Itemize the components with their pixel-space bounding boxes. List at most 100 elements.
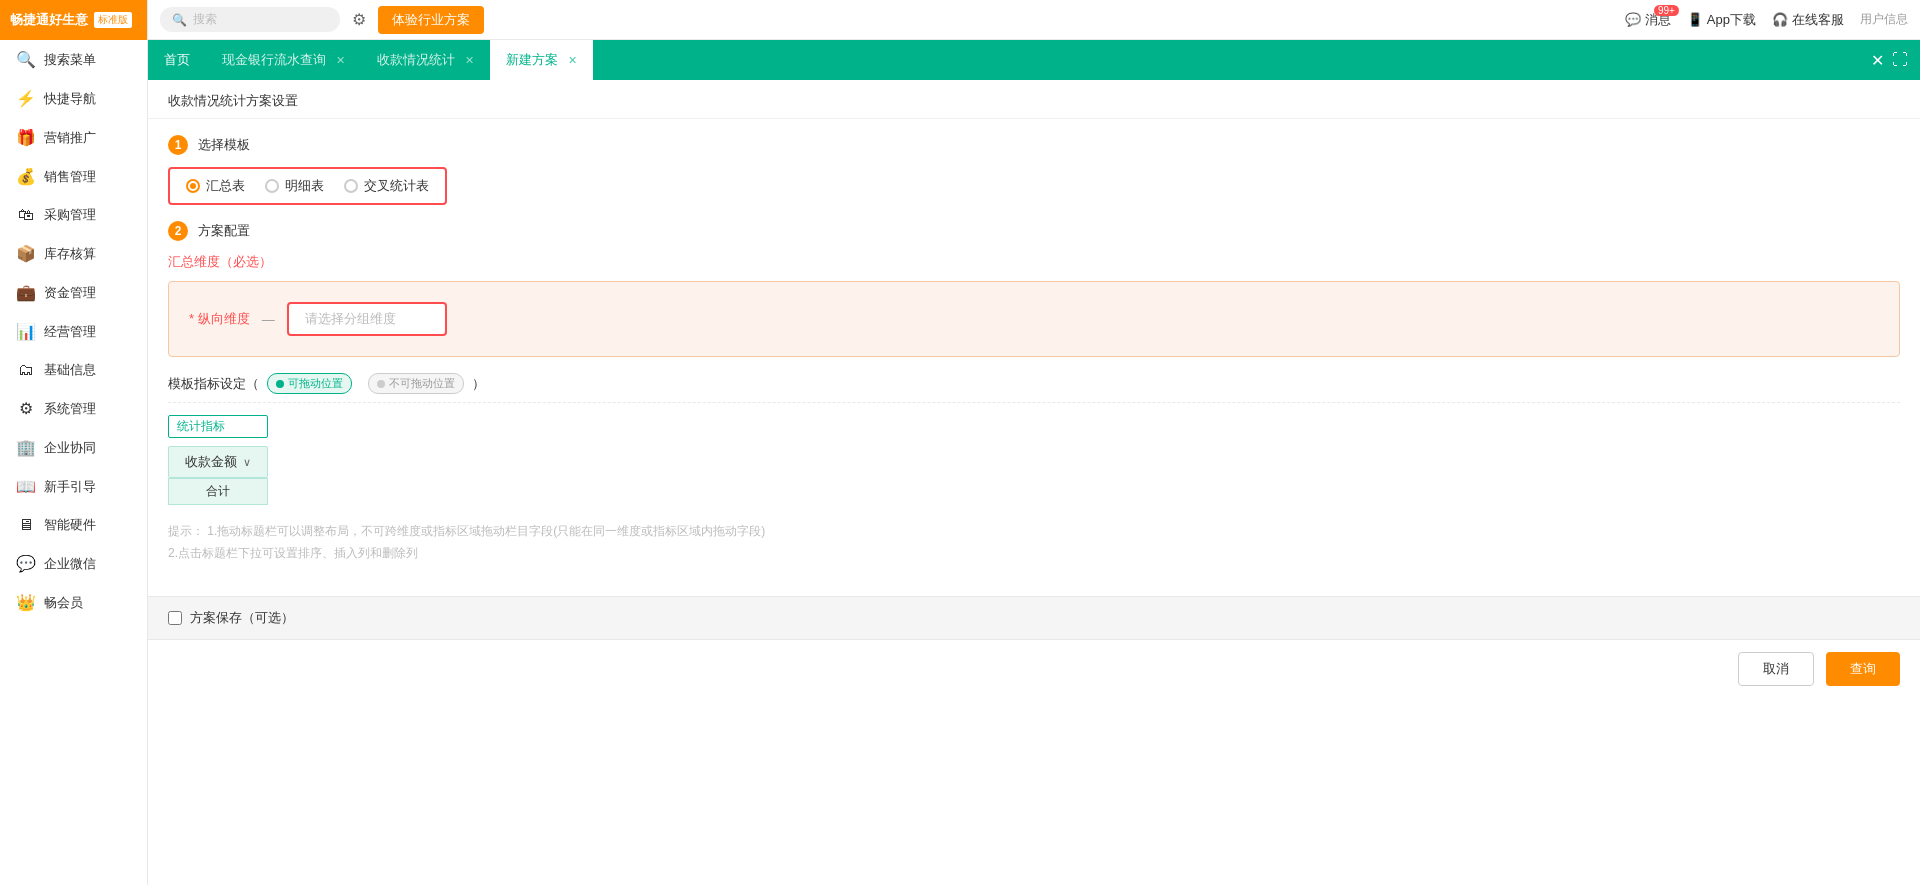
window-maximize-icon[interactable]: ⛶: [1892, 51, 1908, 69]
app-download[interactable]: 📱 App下载: [1687, 11, 1756, 29]
search-bar[interactable]: 🔍 搜索: [160, 7, 340, 32]
step2-title: 方案配置: [198, 222, 250, 240]
sidebar-item-operation[interactable]: 📊 经营管理: [0, 312, 147, 351]
separator: [168, 402, 1900, 403]
sidebar-item-inventory[interactable]: 📦 库存核算: [0, 234, 147, 273]
sidebar-item-corp[interactable]: 🏢 企业协同: [0, 428, 147, 467]
sidebar-item-label: 销售管理: [44, 168, 96, 186]
notification-count: 99+: [1654, 5, 1679, 16]
indicator-title-suffix: ）: [472, 375, 485, 393]
draggable-label: 可拖动位置: [288, 376, 343, 391]
sidebar-item-label: 畅会员: [44, 594, 83, 612]
sidebar-item-hardware[interactable]: 🖥 智能硬件: [0, 506, 147, 544]
online-support[interactable]: 🎧 在线客服: [1772, 11, 1844, 29]
support-icon: 🎧: [1772, 12, 1788, 27]
step2-header: 2 方案配置: [168, 221, 1900, 241]
basics-icon: 🗂: [16, 361, 36, 379]
sidebar-item-system[interactable]: ⚙ 系统管理: [0, 389, 147, 428]
window-close-icon[interactable]: ✕: [1871, 51, 1884, 70]
radio-detail[interactable]: 明细表: [265, 177, 324, 195]
tab-bank-flow[interactable]: 现金银行流水查询 ✕: [206, 40, 361, 80]
trial-button[interactable]: 体验行业方案: [378, 6, 484, 34]
step2-number: 2: [168, 221, 188, 241]
hint-line1: 提示： 1.拖动标题栏可以调整布局，不可跨维度或指标区域拖动栏目字段(只能在同一…: [168, 521, 1900, 543]
notification-bell[interactable]: 💬 消息 99+: [1625, 11, 1671, 29]
close-icon[interactable]: ✕: [568, 54, 577, 67]
nav-icon: ⚡: [16, 89, 36, 108]
tab-bank-flow-label: 现金银行流水查询: [222, 51, 326, 69]
inventory-icon: 📦: [16, 244, 36, 263]
draggable-dot: [276, 380, 284, 388]
save-checkbox[interactable]: [168, 611, 182, 625]
operation-icon: 📊: [16, 322, 36, 341]
save-section: 方案保存（可选）: [148, 596, 1920, 639]
summary-label: 汇总表: [206, 177, 245, 195]
sidebar-item-member[interactable]: 👑 畅会员: [0, 583, 147, 622]
dimension-row: * 纵向维度 — 请选择分组维度: [189, 302, 1879, 336]
footer-actions: 取消 查询: [148, 639, 1920, 698]
user-info[interactable]: 用户信息: [1860, 11, 1908, 28]
non-draggable-label: 不可拖动位置: [389, 376, 455, 391]
draggable-badge: 可拖动位置: [267, 373, 352, 394]
non-draggable-dot: [377, 380, 385, 388]
step1-number: 1: [168, 135, 188, 155]
sidebar-item-label: 企业协同: [44, 439, 96, 457]
search-icon: 🔍: [16, 50, 36, 69]
hardware-icon: 🖥: [16, 516, 36, 534]
search-placeholder: 搜索: [193, 11, 217, 28]
sidebar-item-wechat[interactable]: 💬 企业微信: [0, 544, 147, 583]
main-area: 🔍 搜索 ⚙ 体验行业方案 💬 消息 99+ 📱 App下载 🎧 在线客服 用户…: [148, 0, 1920, 885]
app-name: 畅捷通好生意: [10, 11, 88, 29]
tab-home[interactable]: 首页: [148, 40, 206, 80]
arrow-icon: —: [262, 312, 275, 327]
sidebar-item-sales[interactable]: 💰 销售管理: [0, 157, 147, 196]
indicator-header: 模板指标设定（ 可拖动位置 不可拖动位置 ）: [168, 373, 1900, 394]
sidebar-item-nav[interactable]: ⚡ 快捷导航: [0, 79, 147, 118]
marketing-icon: 🎁: [16, 128, 36, 147]
content-inner: 收款情况统计方案设置 1 选择模板 汇总表: [148, 80, 1920, 885]
vertical-dimension-label: * 纵向维度: [189, 310, 250, 328]
sales-icon: 💰: [16, 167, 36, 186]
close-icon[interactable]: ✕: [336, 54, 345, 67]
chevron-down-icon: ∨: [243, 456, 251, 469]
save-label: 方案保存（可选）: [190, 609, 294, 627]
edition-badge: 标准版: [94, 12, 132, 28]
radio-summary[interactable]: 汇总表: [186, 177, 245, 195]
sidebar: 畅捷通好生意 标准版 🔍 搜索菜单 ⚡ 快捷导航 🎁 营销推广 💰 销售管理 🛍…: [0, 0, 148, 885]
sidebar-item-purchase[interactable]: 🛍 采购管理: [0, 196, 147, 234]
top-header: 🔍 搜索 ⚙ 体验行业方案 💬 消息 99+ 📱 App下载 🎧 在线客服 用户…: [148, 0, 1920, 40]
cancel-button[interactable]: 取消: [1738, 652, 1814, 686]
dimension-select[interactable]: 请选择分组维度: [287, 302, 447, 336]
radio-cross[interactable]: 交叉统计表: [344, 177, 429, 195]
tab-bar-actions: ✕ ⛶: [1871, 51, 1920, 70]
sidebar-item-label: 库存核算: [44, 245, 96, 263]
indicator-tag-label: 收款金额: [185, 453, 237, 471]
hint-line2: 2.点击标题栏下拉可设置排序、插入列和删除列: [168, 543, 1900, 565]
sidebar-item-finance[interactable]: 💼 资金管理: [0, 273, 147, 312]
sidebar-item-label: 智能硬件: [44, 516, 96, 534]
radio-dot-cross: [344, 179, 358, 193]
gear-button[interactable]: ⚙: [352, 10, 366, 29]
query-button[interactable]: 查询: [1826, 652, 1900, 686]
sidebar-item-label: 营销推广: [44, 129, 96, 147]
hint-text: 提示： 1.拖动标题栏可以调整布局，不可跨维度或指标区域拖动栏目字段(只能在同一…: [168, 521, 1900, 564]
tab-collection-stats[interactable]: 收款情况统计 ✕: [361, 40, 490, 80]
dimension-area: * 纵向维度 — 请选择分组维度: [168, 281, 1900, 357]
support-label: 在线客服: [1792, 11, 1844, 29]
sidebar-item-label: 资金管理: [44, 284, 96, 302]
sidebar-item-label: 系统管理: [44, 400, 96, 418]
sidebar-item-basics[interactable]: 🗂 基础信息: [0, 351, 147, 389]
sidebar-item-guide[interactable]: 📖 新手引导: [0, 467, 147, 506]
sidebar-item-search[interactable]: 🔍 搜索菜单: [0, 40, 147, 79]
download-icon: 📱: [1687, 12, 1703, 27]
step1-block: 1 选择模板 汇总表 明细表: [168, 135, 1900, 205]
sidebar-item-marketing[interactable]: 🎁 营销推广: [0, 118, 147, 157]
close-icon[interactable]: ✕: [465, 54, 474, 67]
indicator-tag-amount[interactable]: 收款金额 ∨: [168, 446, 268, 478]
sidebar-item-label: 新手引导: [44, 478, 96, 496]
wechat-icon: 💬: [16, 554, 36, 573]
tab-new-plan[interactable]: 新建方案 ✕: [490, 40, 593, 80]
tab-bar: 首页 现金银行流水查询 ✕ 收款情况统计 ✕ 新建方案 ✕ ✕ ⛶: [148, 40, 1920, 80]
indicator-title: 模板指标设定（: [168, 375, 259, 393]
indicator-tag-group: 统计指标 收款金额 ∨ 合计: [168, 415, 268, 505]
